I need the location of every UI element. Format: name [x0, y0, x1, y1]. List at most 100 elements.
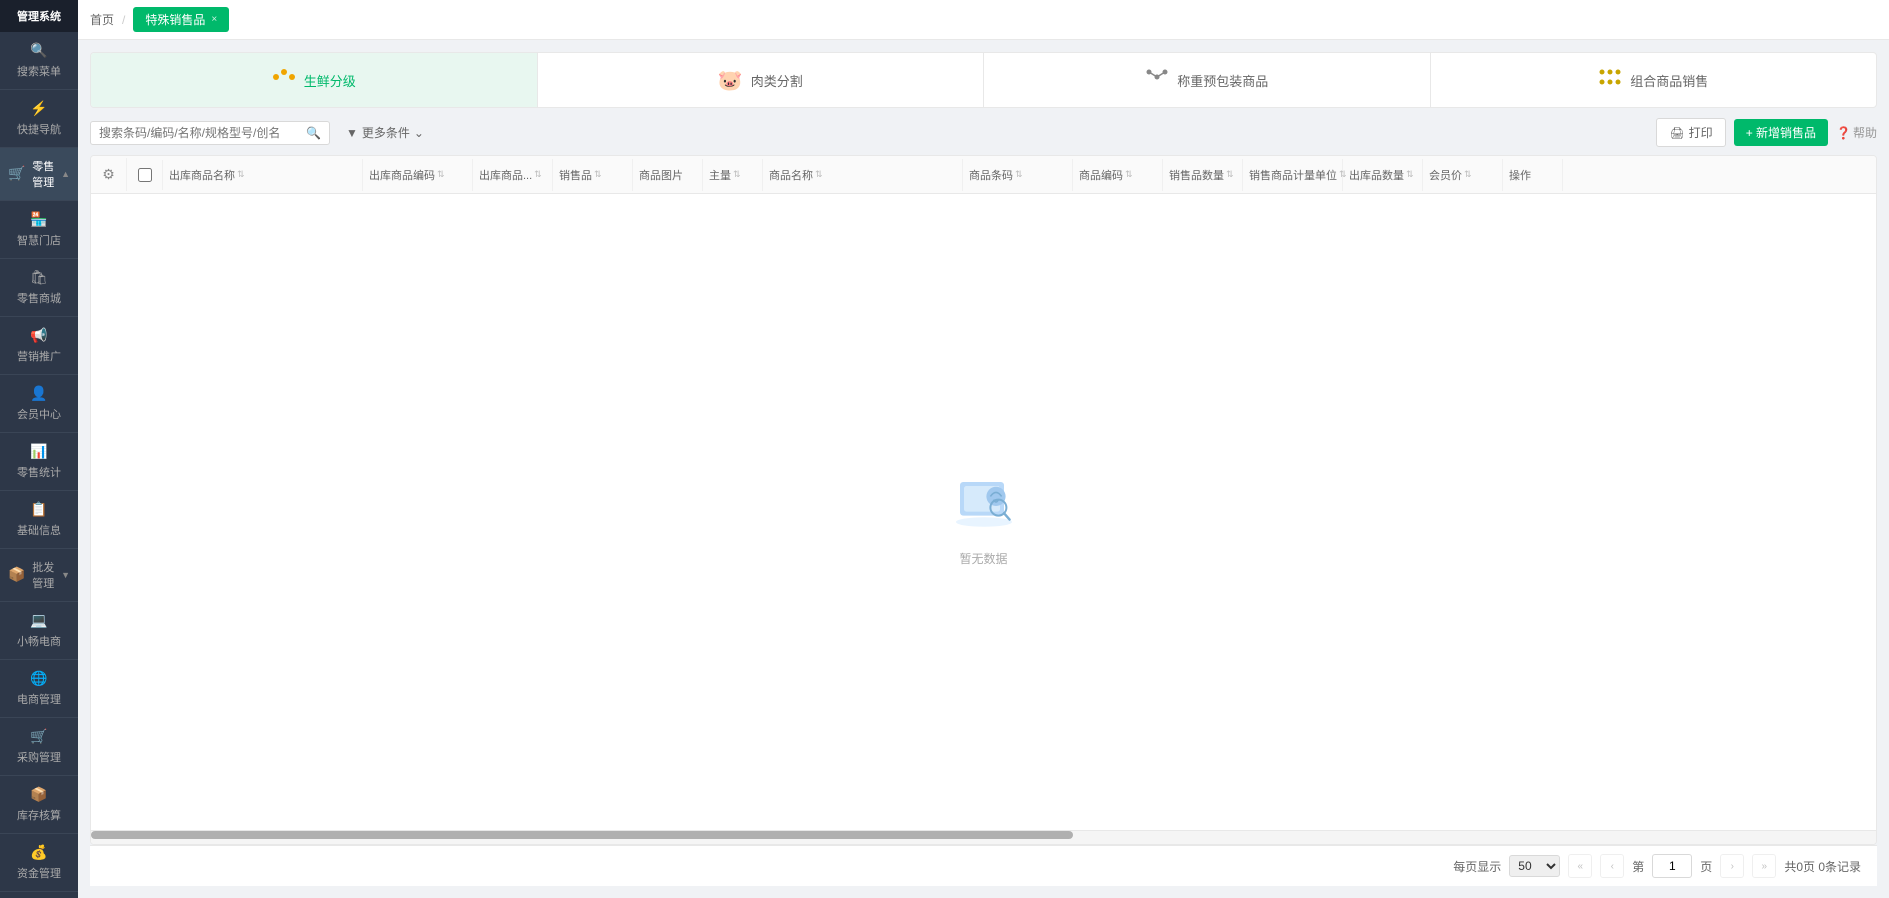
sidebar-label-inventory: 库存核算: [17, 807, 61, 823]
empty-state: 暂无数据: [91, 194, 1876, 830]
sort-icon-8[interactable]: ⇅: [1125, 169, 1133, 180]
last-page-button[interactable]: »: [1752, 854, 1776, 878]
sidebar-item-retail-mall[interactable]: 🛍 零售商城: [0, 259, 78, 317]
sidebar-item-inventory[interactable]: 📦 库存核算: [0, 776, 78, 834]
sidebar-item-search-menu[interactable]: 🔍 搜索菜单: [0, 32, 78, 90]
smart-store-icon: 🏪: [30, 211, 47, 228]
active-tab[interactable]: 特殊销售品 ×: [133, 7, 229, 32]
chevron-right-icon: ▼: [61, 570, 70, 580]
pagination: 每页显示 50 10 20 100 « ‹ 第 页 › » 共0页 0条记录: [90, 845, 1877, 886]
sidebar-label-purchase-mgmt: 采购管理: [17, 749, 61, 765]
th-check[interactable]: [127, 160, 163, 190]
cat-tab-weight-pack[interactable]: 称重预包装商品: [984, 53, 1431, 107]
sidebar-item-mini-ecom[interactable]: 💻 小畅电商: [0, 602, 78, 660]
first-page-button[interactable]: «: [1568, 854, 1592, 878]
next-page-icon: ›: [1731, 861, 1734, 872]
sort-icon-4[interactable]: ⇅: [594, 169, 602, 180]
prev-page-button[interactable]: ‹: [1600, 854, 1624, 878]
close-tab-button[interactable]: ×: [211, 14, 217, 25]
add-label: + 新增销售品: [1746, 124, 1816, 141]
sidebar-label-wholesale-mgmt: 批发管理: [27, 559, 59, 591]
help-label: 帮助: [1853, 124, 1877, 141]
toolbar-left: 🔍 ▼ 更多条件 ⌄: [90, 120, 432, 145]
scrollbar-thumb[interactable]: [91, 831, 1073, 839]
sidebar-item-smart-store[interactable]: 🏪 智慧门店: [0, 201, 78, 259]
app-logo: 管理系统: [0, 0, 78, 32]
sidebar-item-basic-info[interactable]: 📋 基础信息: [0, 491, 78, 549]
cat-tab-meat-cut-label: 肉类分割: [751, 71, 803, 90]
sort-icon-6[interactable]: ⇅: [815, 169, 823, 180]
sidebar-item-finance[interactable]: 💰 资金管理: [0, 834, 78, 892]
th-barcode: 商品条码 ⇅: [963, 159, 1073, 191]
last-page-icon: »: [1762, 861, 1768, 872]
per-page-select[interactable]: 50 10 20 100: [1509, 855, 1560, 877]
th-out-qty: 出库品数量 ⇅: [1343, 159, 1423, 191]
th-out-code: 出库商品编码 ⇅: [363, 159, 473, 191]
mini-ecom-icon: 💻: [30, 612, 47, 629]
cat-tab-fresh-grade[interactable]: 生鲜分级: [91, 53, 538, 107]
data-table: ⚙ 出库商品名称 ⇅ 出库商品编码 ⇅ 出库商品... ⇅: [90, 155, 1877, 845]
sidebar-item-sales-promo[interactable]: 📢 营销推广: [0, 317, 78, 375]
add-sale-item-button[interactable]: + 新增销售品: [1734, 119, 1828, 146]
th-op: 操作: [1503, 159, 1563, 191]
cat-tab-combo-sale-label: 组合商品销售: [1630, 71, 1708, 90]
purchase-mgmt-icon: 🛒: [30, 728, 47, 745]
th-gear[interactable]: ⚙: [91, 158, 127, 191]
breadcrumb-separator: /: [122, 13, 125, 27]
filter-label: 更多条件: [362, 124, 410, 141]
sidebar-item-retail-mgmt[interactable]: 🛒 零售管理 ▲: [0, 148, 78, 201]
finance-icon: 💰: [30, 844, 47, 861]
sort-icon-9[interactable]: ⇅: [1226, 169, 1234, 180]
th-out-extra: 出库商品... ⇅: [473, 159, 553, 191]
sidebar-item-ecom-mgmt[interactable]: 🌐 电商管理: [0, 660, 78, 718]
cat-tab-combo-sale[interactable]: 组合商品销售: [1431, 53, 1877, 107]
print-icon: 🖨: [1669, 126, 1684, 140]
sidebar-item-quick-nav[interactable]: ⚡ 快捷导航: [0, 90, 78, 148]
sort-icon-7[interactable]: ⇅: [1015, 169, 1023, 180]
select-all-checkbox[interactable]: [138, 168, 152, 182]
page-number-input[interactable]: [1652, 854, 1692, 878]
empty-text: 暂无数据: [959, 550, 1007, 567]
th-main-qty: 主量 ⇅: [703, 159, 763, 191]
breadcrumb-home[interactable]: 首页: [90, 11, 114, 28]
filter-button[interactable]: ▼ 更多条件 ⌄: [338, 120, 432, 145]
sidebar-label-search-menu: 搜索菜单: [17, 63, 61, 79]
sidebar-label-smart-store: 智慧门店: [17, 232, 61, 248]
sidebar-label-sales-promo: 营销推广: [17, 348, 61, 364]
sort-icon-11[interactable]: ⇅: [1406, 169, 1414, 180]
search-menu-icon: 🔍: [30, 42, 47, 59]
next-page-button[interactable]: ›: [1720, 854, 1744, 878]
sidebar-item-retail-stats[interactable]: 📊 零售统计: [0, 433, 78, 491]
quick-nav-icon: ⚡: [30, 100, 47, 117]
print-button[interactable]: 🖨 打印: [1656, 118, 1725, 147]
sidebar-item-member-center[interactable]: 👤 会员中心: [0, 375, 78, 433]
horizontal-scrollbar[interactable]: [91, 830, 1876, 844]
empty-state-icon: [944, 458, 1024, 538]
search-box[interactable]: 🔍: [90, 121, 330, 145]
toolbar: 🔍 ▼ 更多条件 ⌄ 🖨 打印 + 新增销售品 ❓ 帮助: [90, 118, 1877, 147]
gear-icon[interactable]: ⚙: [102, 166, 115, 183]
sort-icon-3[interactable]: ⇅: [534, 169, 542, 180]
search-input[interactable]: [99, 126, 302, 140]
sidebar-item-wholesale-mgmt[interactable]: 📦 批发管理 ▼: [0, 549, 78, 602]
sidebar-label-mini-ecom: 小畅电商: [17, 633, 61, 649]
sort-icon-5[interactable]: ⇅: [733, 169, 741, 180]
category-tabs: 生鲜分级 🐷 肉类分割 称重预包装商品: [90, 52, 1877, 108]
retail-mgmt-icon: 🛒: [8, 165, 25, 182]
sort-icon-2[interactable]: ⇅: [437, 169, 445, 180]
sidebar-item-general-ledger[interactable]: 📒 总账管理: [0, 892, 78, 898]
sidebar-label-retail-mgmt: 零售管理: [27, 158, 59, 190]
sidebar-label-member-center: 会员中心: [17, 406, 61, 422]
sort-icon[interactable]: ⇅: [237, 169, 245, 180]
retail-mall-icon: 🛍: [30, 269, 48, 286]
first-page-icon: «: [1578, 861, 1584, 872]
filter-icon: ▼: [346, 126, 358, 140]
cat-tab-meat-cut[interactable]: 🐷 肉类分割: [538, 53, 985, 107]
sidebar-item-purchase-mgmt[interactable]: 🛒 采购管理: [0, 718, 78, 776]
sort-icon-12[interactable]: ⇅: [1464, 169, 1472, 180]
print-label: 打印: [1689, 124, 1713, 141]
cat-tab-weight-pack-label: 称重预包装商品: [1177, 71, 1268, 90]
retail-stats-icon: 📊: [30, 443, 47, 460]
ecom-mgmt-icon: 🌐: [30, 670, 47, 687]
help-button[interactable]: ❓ 帮助: [1836, 124, 1877, 141]
